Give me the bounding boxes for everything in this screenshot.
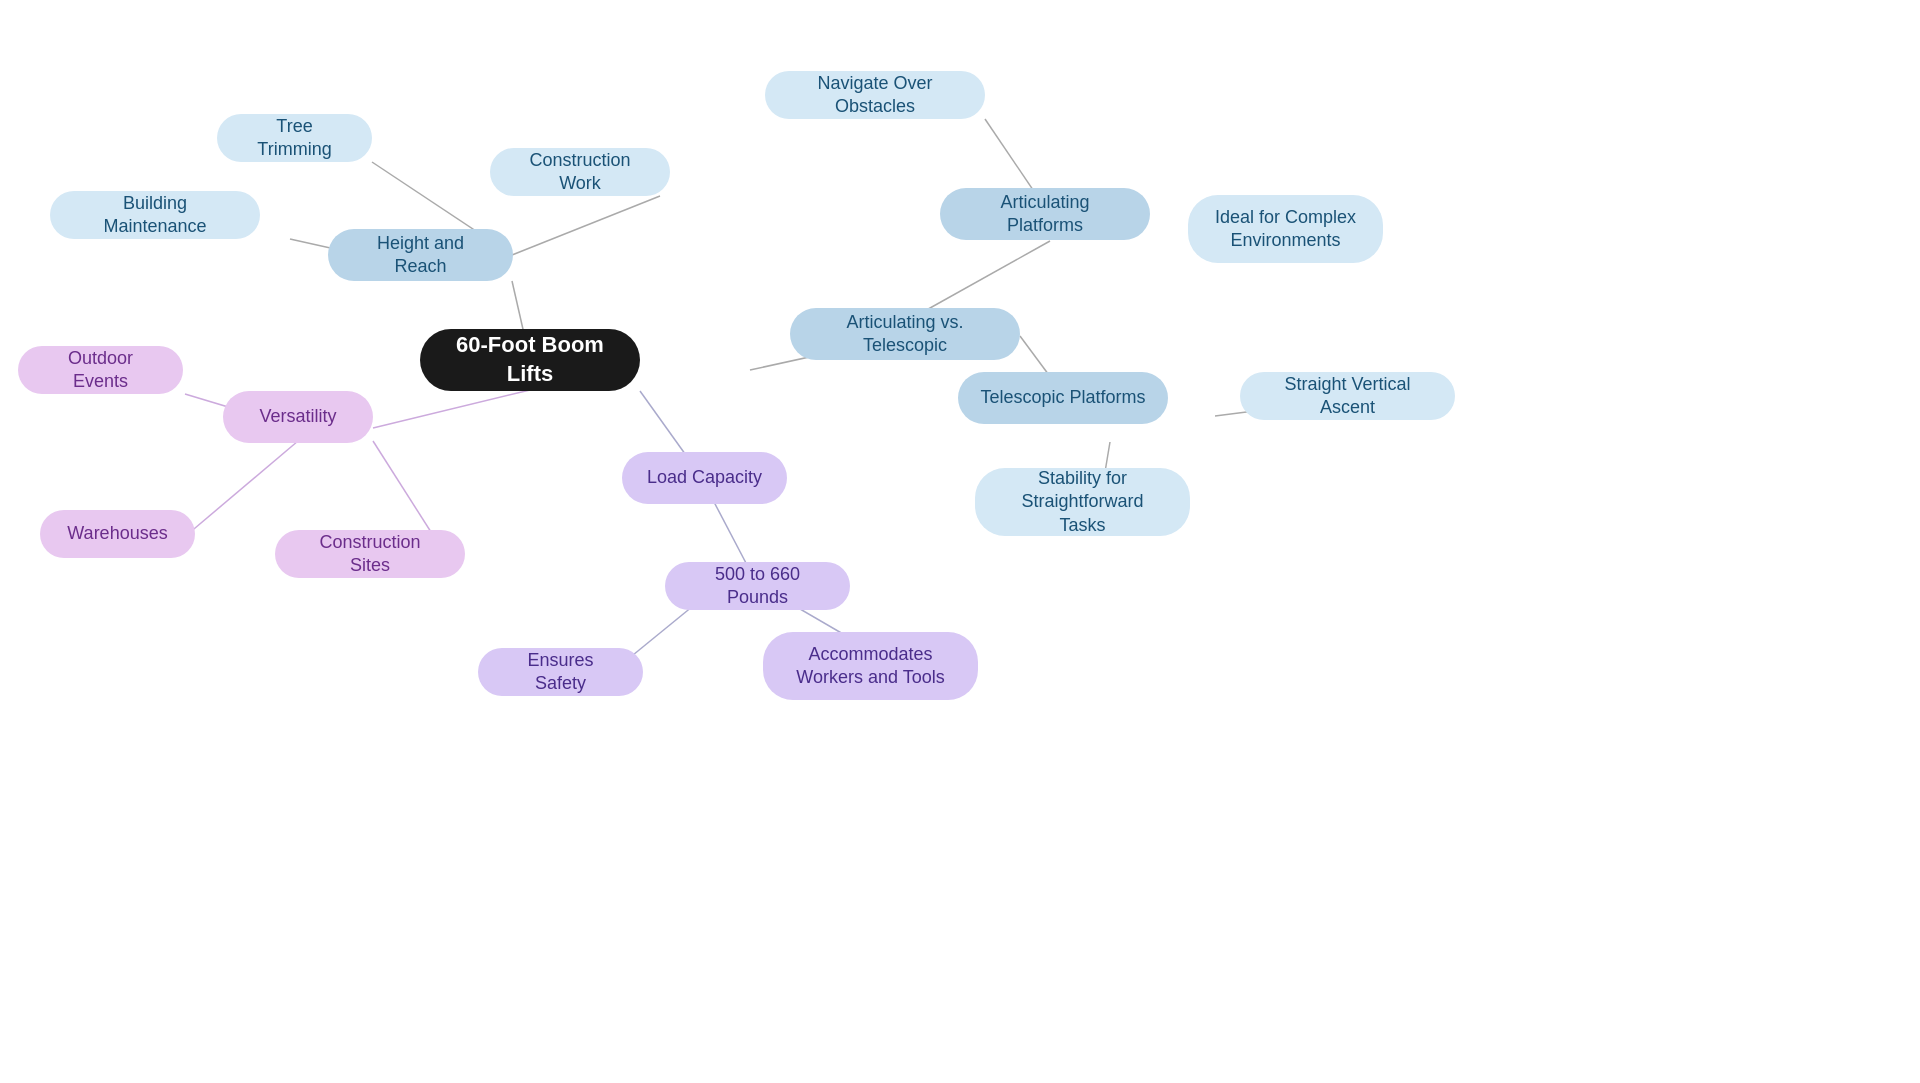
node-height-reach: Height and Reach	[328, 229, 513, 281]
node-building-maintenance: Building Maintenance	[50, 191, 260, 239]
node-accommodates: Accommodates Workers and Tools	[763, 632, 978, 700]
node-construction-work: Construction Work	[490, 148, 670, 196]
node-artic-vs-tele: Articulating vs. Telescopic	[790, 308, 1020, 360]
node-telescopic-platforms: Telescopic Platforms	[958, 372, 1168, 424]
node-construction-sites: Construction Sites	[275, 530, 465, 578]
node-ideal-complex: Ideal for Complex Environments	[1188, 195, 1383, 263]
node-load-capacity: Load Capacity	[622, 452, 787, 504]
svg-line-6	[188, 441, 298, 534]
node-straight-vertical: Straight Vertical Ascent	[1240, 372, 1455, 420]
svg-line-2	[512, 196, 660, 255]
center-node: 60-Foot Boom Lifts	[420, 329, 640, 391]
svg-line-4	[373, 390, 530, 428]
node-artic-platforms: Articulating Platforms	[940, 188, 1150, 240]
node-ensures-safety: Ensures Safety	[478, 648, 643, 696]
node-tree-trimming: Tree Trimming	[217, 114, 372, 162]
node-stability: Stability for Straightforward Tasks	[975, 468, 1190, 536]
node-versatility: Versatility	[223, 391, 373, 443]
node-warehouses: Warehouses	[40, 510, 195, 558]
node-outdoor-events: Outdoor Events	[18, 346, 183, 394]
node-500-660: 500 to 660 Pounds	[665, 562, 850, 610]
node-navigate-obstacles: Navigate Over Obstacles	[765, 71, 985, 119]
